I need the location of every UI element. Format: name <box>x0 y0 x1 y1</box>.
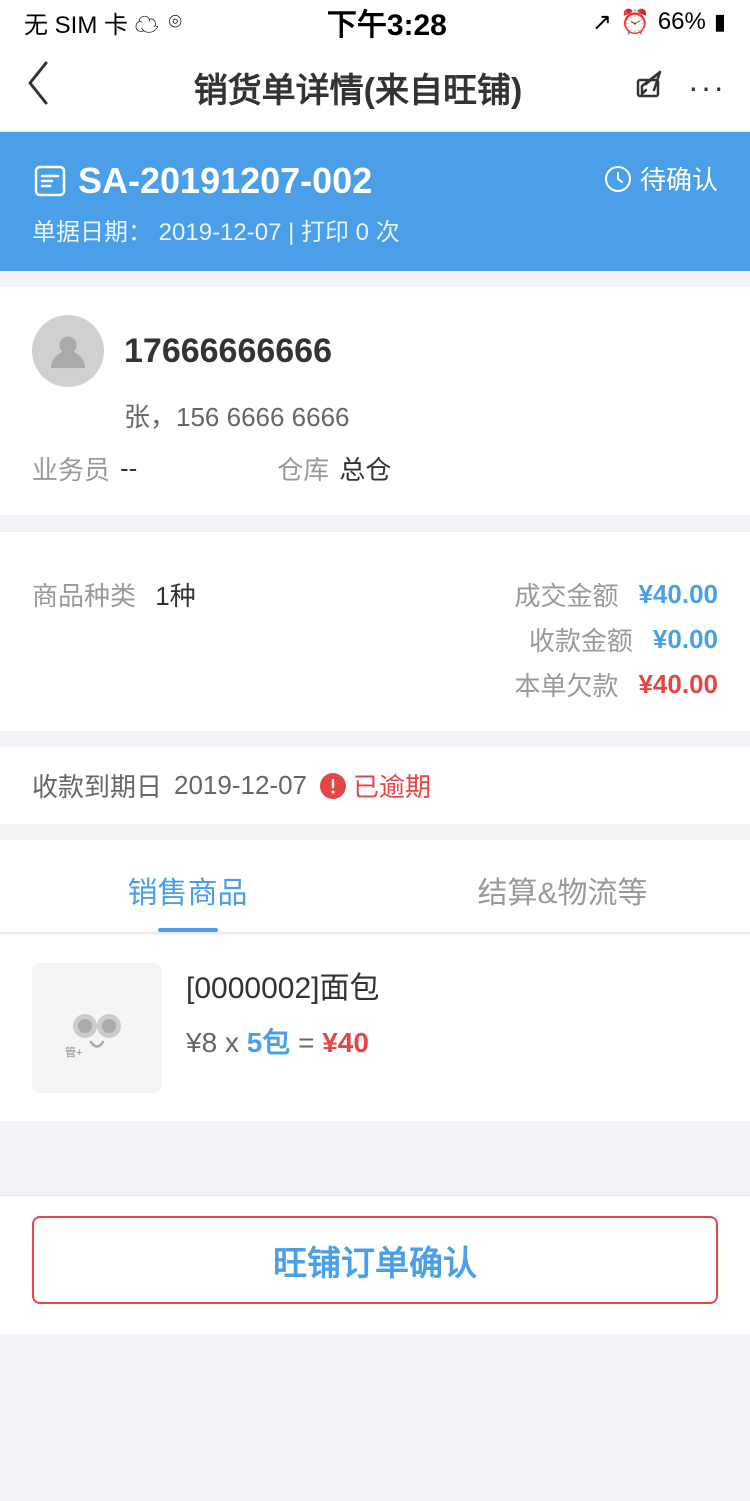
customer-meta: 业务员 -- 仓库 总仓 <box>32 450 718 487</box>
product-type-value: 1种 <box>155 581 195 611</box>
nav-actions: ··· <box>632 66 726 110</box>
svg-text:管+: 管+ <box>65 1045 82 1058</box>
due-date: 2019-12-07 <box>174 770 307 801</box>
product-name: [0000002]面包 <box>186 963 718 1007</box>
order-id: SA-20191207-002 <box>32 160 400 202</box>
multiply-sign: x <box>225 1027 247 1058</box>
sales-label: 业务员 <box>32 450 110 487</box>
sales-value: -- <box>120 453 137 484</box>
order-date-line: 单据日期： 2019-12-07 | 打印 0 次 <box>32 212 400 247</box>
quantity: 5包 <box>247 1027 291 1058</box>
order-icon <box>32 163 68 199</box>
amount-row-0: 成交金额 ¥40.00 <box>514 576 718 613</box>
alarm-icon: ⏰ <box>620 8 650 37</box>
nav-bar: 销货单详情(来自旺铺) ··· <box>0 44 750 132</box>
product-price-line: ¥8 x 5包 = ¥40 <box>186 1021 718 1061</box>
bottom-bar: 旺铺订单确认 <box>0 1195 750 1334</box>
product-thumbnail: 管+ <box>32 963 162 1093</box>
status-time: 下午3:28 <box>327 0 447 44</box>
order-header-card: SA-20191207-002 单据日期： 2019-12-07 | 打印 0 … <box>0 132 750 271</box>
tab-sales-products[interactable]: 销售商品 <box>0 840 375 932</box>
equal-sign: = <box>298 1027 322 1058</box>
unit-price: ¥8 <box>186 1027 217 1058</box>
battery-text: 66% <box>658 8 706 36</box>
tabs: 销售商品 结算&物流等 <box>0 840 750 933</box>
warehouse-value: 总仓 <box>339 450 391 487</box>
due-label: 收款到期日 <box>32 767 162 804</box>
avatar <box>32 315 104 387</box>
back-button[interactable] <box>24 59 84 117</box>
more-icon[interactable]: ··· <box>688 69 726 106</box>
wifi-icon: ⌾ <box>169 9 182 35</box>
overdue-badge: 已逾期 <box>319 767 431 804</box>
amount-row-2: 本单欠款 ¥40.00 <box>514 666 718 703</box>
due-date-section: 收款到期日 2019-12-07 已逾期 <box>0 747 750 824</box>
confirm-order-button[interactable]: 旺铺订单确认 <box>32 1216 718 1304</box>
product-details: [0000002]面包 ¥8 x 5包 = ¥40 <box>186 963 718 1061</box>
status-left: 无 SIM 卡 ☁ ⌾ <box>24 5 182 40</box>
warehouse-label: 仓库 <box>277 450 329 487</box>
summary-section: 商品种类 1种 成交金额 ¥40.00 收款金额 ¥0.00 本单欠款 ¥40.… <box>0 548 750 731</box>
warning-icon <box>319 772 347 800</box>
amount-row-1: 收款金额 ¥0.00 <box>514 621 718 658</box>
customer-name: 张，156 6666 6666 <box>32 397 718 434</box>
tab-settlement[interactable]: 结算&物流等 <box>375 840 750 932</box>
customer-phone: 17666666666 <box>124 332 332 371</box>
summary-amounts: 成交金额 ¥40.00 收款金额 ¥0.00 本单欠款 ¥40.00 <box>514 576 718 703</box>
order-status: 待确认 <box>604 160 718 197</box>
total-price: ¥40 <box>322 1027 369 1058</box>
location-icon: ↗ <box>592 8 612 37</box>
clock-icon <box>604 165 632 193</box>
no-sim-text: 无 SIM 卡 ☁ <box>24 5 159 40</box>
status-right: ↗ ⏰ 66% ▮ <box>592 8 726 37</box>
battery-icon: ▮ <box>714 9 726 35</box>
status-bar: 无 SIM 卡 ☁ ⌾ 下午3:28 ↗ ⏰ 66% ▮ <box>0 0 750 44</box>
product-type-label: 商品种类 <box>32 581 136 611</box>
product-item: 管+ [0000002]面包 ¥8 x 5包 = ¥40 <box>0 935 750 1121</box>
customer-section: 17666666666 张，156 6666 6666 业务员 -- 仓库 总仓 <box>0 287 750 515</box>
page-title: 销货单详情(来自旺铺) <box>84 63 632 112</box>
share-icon[interactable] <box>632 66 668 110</box>
